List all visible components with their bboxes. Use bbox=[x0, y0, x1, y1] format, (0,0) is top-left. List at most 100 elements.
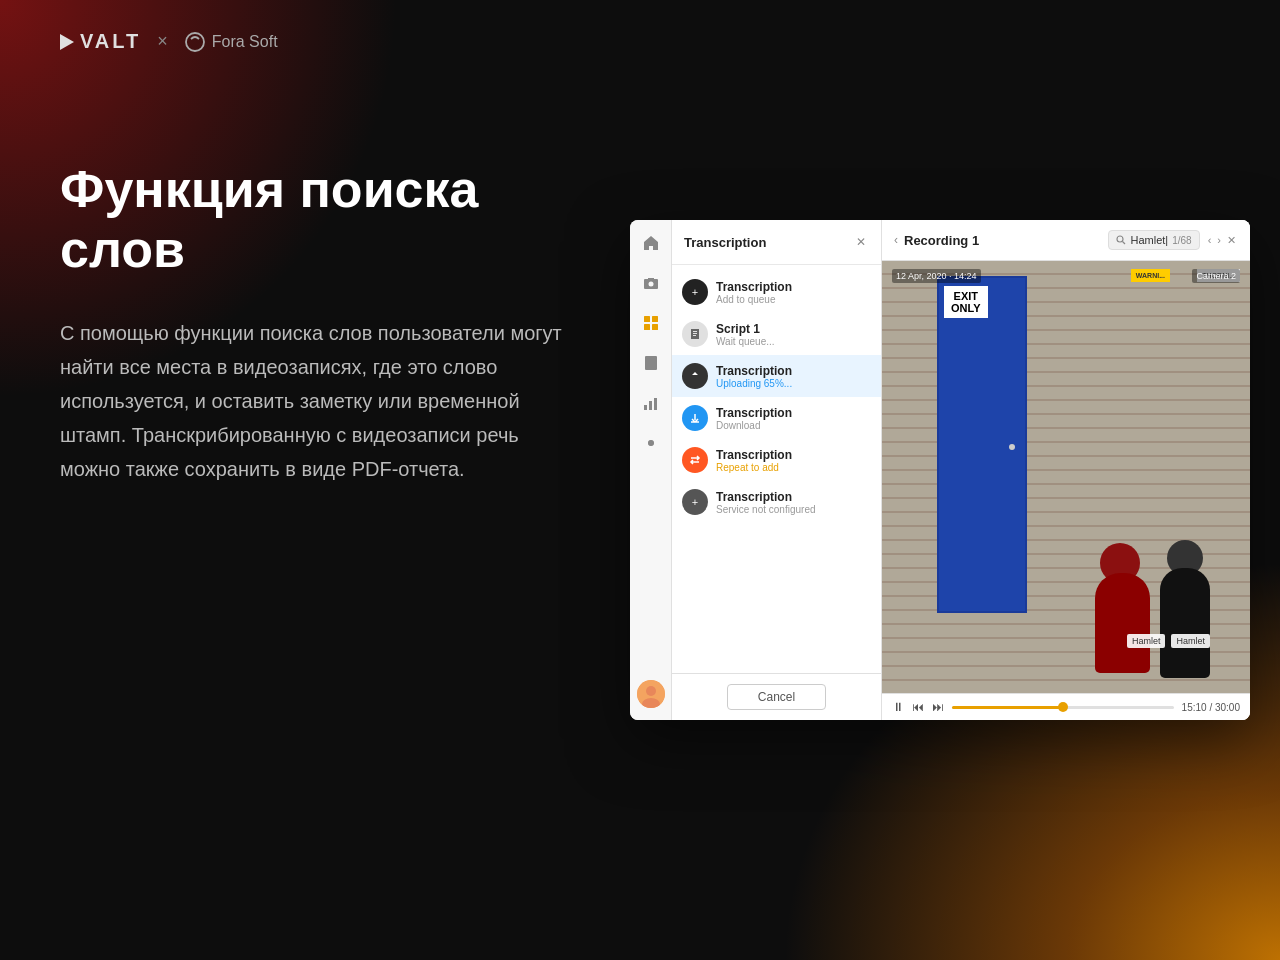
cancel-button[interactable]: Cancel bbox=[727, 684, 826, 710]
trans-status-5: Repeat to add bbox=[716, 462, 792, 473]
nav-arrows: ‹ › ✕ bbox=[1206, 232, 1238, 249]
search-count: 1/68 bbox=[1172, 235, 1191, 246]
transcription-list: + Transcription Add to queue Script 1 Wa… bbox=[672, 265, 881, 673]
trans-item-info-5: Transcription Repeat to add bbox=[716, 448, 792, 473]
nav-chart-icon[interactable] bbox=[640, 392, 662, 414]
nav-save-icon[interactable] bbox=[640, 352, 662, 374]
trans-item-info-3: Transcription Uploading 65%... bbox=[716, 364, 792, 389]
person-1 bbox=[1095, 543, 1150, 673]
app-screenshot: Transcription ✕ + Transcription Add to q… bbox=[630, 220, 1250, 720]
trans-name-2: Script 1 bbox=[716, 322, 775, 336]
search-icon bbox=[1116, 235, 1126, 245]
add-icon: + bbox=[682, 279, 708, 305]
video-controls: ⏸ ⏮ ⏭ 15:10 / 30:00 bbox=[882, 693, 1250, 720]
transcription-item-1[interactable]: + Transcription Add to queue bbox=[672, 271, 881, 313]
progress-dot bbox=[1058, 702, 1068, 712]
trans-status-6: Service not configured bbox=[716, 504, 816, 515]
trans-name-6: Transcription bbox=[716, 490, 816, 504]
search-value: Hamlet| bbox=[1130, 234, 1168, 246]
script-icon bbox=[682, 321, 708, 347]
recording-header: ‹ Recording 1 Hamlet| 1/68 ‹ › ✕ bbox=[882, 220, 1250, 261]
svg-point-17 bbox=[1117, 236, 1123, 242]
close-search-button[interactable]: ✕ bbox=[1225, 232, 1238, 249]
trans-name-3: Transcription bbox=[716, 364, 792, 378]
svg-point-0 bbox=[186, 33, 204, 51]
pause-button[interactable]: ⏸ bbox=[892, 700, 904, 714]
recording-nav: ‹ Recording 1 bbox=[894, 233, 979, 248]
video-timestamp: 12 Apr, 2020 · 14:24 bbox=[892, 269, 981, 283]
svg-rect-5 bbox=[644, 324, 650, 330]
prev-frame-button[interactable]: ⏮ bbox=[912, 700, 924, 714]
next-frame-button[interactable]: ⏭ bbox=[932, 700, 944, 714]
exit-text: EXIT bbox=[951, 290, 981, 302]
door-handle bbox=[1009, 444, 1015, 450]
nav-strip bbox=[630, 220, 672, 720]
next-result-button[interactable]: › bbox=[1215, 232, 1223, 249]
header: VALT × Fora Soft bbox=[60, 30, 278, 53]
camera-label: Camera 2 bbox=[1192, 269, 1240, 283]
download-icon bbox=[682, 405, 708, 431]
hamlet-tags: Hamlet Hamlet bbox=[1127, 634, 1210, 648]
time-current: 15:10 bbox=[1182, 702, 1207, 713]
nav-grid-icon[interactable] bbox=[640, 312, 662, 334]
transcription-item-3[interactable]: Transcription Uploading 65%... bbox=[672, 355, 881, 397]
panel-header: Transcription ✕ bbox=[672, 220, 881, 265]
svg-rect-11 bbox=[649, 401, 652, 410]
search-box[interactable]: Hamlet| 1/68 bbox=[1108, 230, 1199, 250]
fora-soft-logo: Fora Soft bbox=[184, 31, 278, 53]
nav-settings-icon[interactable] bbox=[640, 432, 662, 454]
exit-sign: EXIT ONLY bbox=[944, 286, 988, 318]
video-area: WARNI... THORNI... EXIT ONLY bbox=[882, 261, 1250, 693]
svg-rect-9 bbox=[646, 364, 656, 369]
transcription-item-5[interactable]: Transcription Repeat to add bbox=[672, 439, 881, 481]
only-text: ONLY bbox=[951, 302, 981, 314]
fora-soft-icon bbox=[184, 31, 206, 53]
trans-status-1: Add to queue bbox=[716, 294, 792, 305]
trans-status-3: Uploading 65%... bbox=[716, 378, 792, 389]
svg-rect-6 bbox=[652, 324, 658, 330]
transcription-item-6[interactable]: + Transcription Service not configured bbox=[672, 481, 881, 523]
fora-soft-label: Fora Soft bbox=[212, 33, 278, 51]
transcription-item-4[interactable]: Transcription Download bbox=[672, 397, 881, 439]
recording-title: Recording 1 bbox=[904, 233, 979, 248]
nav-camera-icon[interactable] bbox=[640, 272, 662, 294]
time-total: 30:00 bbox=[1215, 702, 1240, 713]
svg-line-18 bbox=[1123, 242, 1126, 245]
nav-home-icon[interactable] bbox=[640, 232, 662, 254]
close-panel-button[interactable]: ✕ bbox=[853, 234, 869, 250]
avatar-icon bbox=[637, 680, 665, 708]
svg-point-2 bbox=[648, 282, 653, 287]
trans-item-info-4: Transcription Download bbox=[716, 406, 792, 431]
user-avatar[interactable] bbox=[637, 680, 665, 708]
trans-status-4: Download bbox=[716, 420, 792, 431]
trans-item-info-6: Transcription Service not configured bbox=[716, 490, 816, 515]
svg-rect-8 bbox=[648, 356, 654, 361]
svg-rect-3 bbox=[644, 316, 650, 322]
recording-controls: Hamlet| 1/68 ‹ › ✕ bbox=[1108, 230, 1238, 250]
cancel-area: Cancel bbox=[672, 673, 881, 720]
svg-point-15 bbox=[646, 686, 656, 696]
header-separator: × bbox=[157, 31, 168, 52]
svg-rect-12 bbox=[654, 398, 657, 410]
trans-status-2: Wait queue... bbox=[716, 336, 775, 347]
back-button[interactable]: ‹ bbox=[894, 233, 898, 247]
page-title: Функция поиска слов bbox=[60, 160, 580, 280]
panel-title: Transcription bbox=[684, 235, 766, 250]
disabled-icon: + bbox=[682, 489, 708, 515]
recording-panel: ‹ Recording 1 Hamlet| 1/68 ‹ › ✕ bbox=[882, 220, 1250, 720]
repeat-icon bbox=[682, 447, 708, 473]
transcription-item-2[interactable]: Script 1 Wait queue... bbox=[672, 313, 881, 355]
progress-bar[interactable] bbox=[952, 706, 1174, 709]
svg-rect-4 bbox=[652, 316, 658, 322]
person-2 bbox=[1160, 540, 1210, 678]
hamlet-tag-1: Hamlet bbox=[1127, 634, 1166, 648]
trans-item-info-1: Transcription Add to queue bbox=[716, 280, 792, 305]
trans-item-info-2: Script 1 Wait queue... bbox=[716, 322, 775, 347]
hamlet-tag-2: Hamlet bbox=[1171, 634, 1210, 648]
prev-result-button[interactable]: ‹ bbox=[1206, 232, 1214, 249]
transcription-panel: Transcription ✕ + Transcription Add to q… bbox=[672, 220, 882, 720]
main-content: Функция поиска слов С помощью функции по… bbox=[60, 160, 580, 486]
video-scene: WARNI... THORNI... EXIT ONLY bbox=[882, 261, 1250, 693]
trans-name-4: Transcription bbox=[716, 406, 792, 420]
valt-label: VALT bbox=[80, 30, 141, 53]
